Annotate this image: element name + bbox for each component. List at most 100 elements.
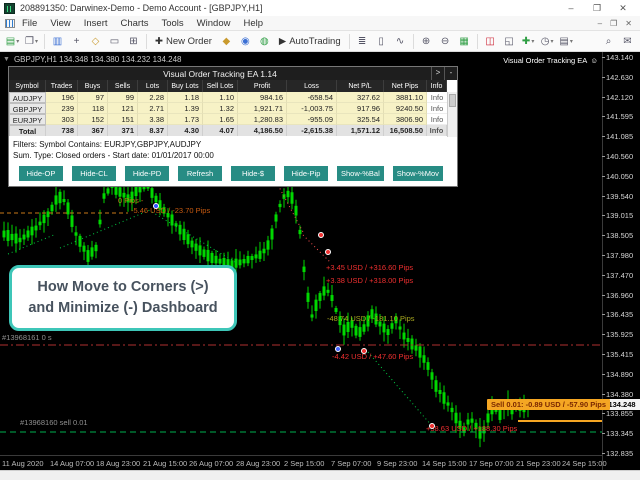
symbol-button[interactable]: GBPJPY: [9, 103, 46, 114]
price-tick-label: 136.435: [601, 310, 634, 320]
refresh-button[interactable]: Refresh: [178, 166, 222, 181]
table-cell: -1,003.75: [287, 103, 337, 114]
price-tick-label: 140.050: [601, 171, 634, 181]
hide-cl-button[interactable]: Hide-CL: [72, 166, 116, 181]
table-cell: 3806.90: [384, 114, 427, 125]
symbol-ohlc-readout: ▼ GBPJPY,H1 134.348 134.380 134.232 134.…: [3, 55, 182, 64]
toolbar-separator: [348, 33, 350, 49]
templates-button[interactable]: ▤ ▾: [558, 33, 575, 50]
profiles-button[interactable]: ❐ ▾: [23, 33, 40, 50]
tile-windows-button[interactable]: ▦: [456, 33, 473, 50]
plus-icon: ✚: [155, 35, 163, 47]
chart-menu-icon[interactable]: [5, 18, 15, 28]
market-watch-button[interactable]: ▥: [49, 33, 66, 50]
price-tick-label: 136.960: [601, 290, 634, 300]
periods-button[interactable]: ◷ ▾: [539, 33, 556, 50]
info-link[interactable]: Info: [427, 103, 447, 114]
mdi-minimize-button[interactable]: –: [598, 19, 602, 28]
move-corner-button[interactable]: >: [431, 67, 444, 80]
show-%bal-button[interactable]: Show-%Bal: [337, 166, 384, 181]
hide---button[interactable]: Hide-$: [231, 166, 275, 181]
total-cell: 1,571.12: [337, 125, 384, 136]
line-chart-button[interactable]: ∿: [392, 33, 409, 50]
chevron-down-icon[interactable]: ▼: [3, 56, 10, 63]
table-cell: -658.54: [287, 92, 337, 103]
crosshair-button[interactable]: +: [68, 33, 85, 50]
info-link[interactable]: Info: [427, 125, 447, 136]
strategy-tester-button[interactable]: ⊞: [125, 33, 142, 50]
indicators-button[interactable]: ✚ ▾: [520, 33, 537, 50]
autotrading-button[interactable]: ▶ AutoTrading: [274, 33, 346, 50]
time-axis[interactable]: 11 Aug 2020 14 Aug 07:00 18 Aug 23:00 21 Au…: [0, 455, 607, 470]
table-cell: 239: [46, 103, 78, 114]
market-button[interactable]: ◍: [256, 33, 273, 50]
table-cell: 1.18: [168, 92, 203, 103]
table-cell: 3.38: [138, 114, 168, 125]
menu-window[interactable]: Window: [197, 18, 231, 29]
zoom-in-button[interactable]: ⊕: [418, 33, 435, 50]
trade-result-label: -48.74 USD / -181.10 Pips: [327, 314, 415, 323]
navigator-button[interactable]: ◇: [87, 33, 104, 50]
toolbar-separator: [44, 33, 45, 49]
close-button[interactable]: ✕: [610, 0, 636, 16]
info-link[interactable]: Info: [427, 114, 447, 125]
menu-view[interactable]: View: [50, 18, 70, 29]
time-tick-label: 17 Sep 07:00: [469, 459, 514, 468]
scrollbar-thumb[interactable]: [449, 94, 456, 107]
minimize-panel-button[interactable]: -: [444, 67, 457, 80]
trade-result-label: -5.46 USD / -23.70 Pips: [131, 206, 211, 215]
time-tick-label: 11 Aug 2020: [2, 459, 44, 468]
search-icon[interactable]: ⌕: [600, 33, 617, 50]
metaeditor-button[interactable]: ◆: [218, 33, 235, 50]
menu-charts[interactable]: Charts: [121, 18, 149, 29]
panel-scrollbar[interactable]: [447, 92, 457, 137]
bar-chart-button[interactable]: ≣: [354, 33, 371, 50]
panel-table: Symbol Trades Buys Sells Lots Buy Lots Sell Lo…: [9, 80, 447, 136]
hide-op-button[interactable]: Hide-OP: [19, 166, 63, 181]
price-tick-label: 133.855: [601, 409, 634, 419]
community-button[interactable]: ◉: [237, 33, 254, 50]
table-cell: 327.62: [337, 92, 384, 103]
menu-insert[interactable]: Insert: [84, 18, 108, 29]
menu-tools[interactable]: Tools: [161, 18, 183, 29]
column-header-buylots: Buy Lots: [168, 80, 203, 92]
symbol-button[interactable]: AUDJPY: [9, 92, 46, 103]
column-header-trades: Trades: [46, 80, 78, 92]
toolbar-separator: [146, 33, 147, 49]
auto-scroll-button[interactable]: ◫: [482, 33, 499, 50]
maximize-button[interactable]: ❐: [584, 0, 610, 16]
hide-pip-button[interactable]: Hide-Pip: [284, 166, 328, 181]
price-tick-label: 132.835: [601, 449, 634, 458]
play-icon: ▶: [278, 35, 287, 47]
symbol-button[interactable]: EURJPY: [9, 114, 46, 125]
mt4-window: { "window": { "title": "208891350: Darwi…: [0, 0, 640, 480]
trade-marker-icon: [325, 249, 331, 255]
info-link[interactable]: Info: [427, 92, 447, 103]
candle-chart-button[interactable]: ▯: [373, 33, 390, 50]
menu-file[interactable]: File: [22, 18, 37, 29]
table-cell: 1.65: [203, 114, 238, 125]
total-cell: Total: [9, 125, 46, 136]
column-header-lots: Lots: [138, 80, 168, 92]
trade-result-label: 0 Pips -: [118, 196, 144, 205]
chart-shift-button[interactable]: ◱: [501, 33, 518, 50]
mdi-restore-button[interactable]: ❐: [610, 19, 617, 28]
minimize-button[interactable]: –: [558, 0, 584, 16]
price-tick-label: 135.925: [601, 330, 634, 340]
ea-dashboard-panel[interactable]: Visual Order Tracking EA 1.14 > - Symbol…: [8, 66, 458, 187]
menu-help[interactable]: Help: [243, 18, 263, 29]
table-cell: 1.73: [168, 114, 203, 125]
zoom-out-button[interactable]: ⊖: [437, 33, 454, 50]
new-chart-button[interactable]: ▤ ▾: [4, 33, 21, 50]
mdi-close-button[interactable]: ✕: [625, 19, 632, 28]
show-%mov-button[interactable]: Show-%Mov: [392, 166, 443, 181]
new-order-button[interactable]: ✚ New Order: [150, 33, 217, 50]
terminal-button[interactable]: ▭: [106, 33, 123, 50]
panel-title-bar[interactable]: Visual Order Tracking EA 1.14 > -: [9, 67, 457, 80]
price-tick-label: 142.120: [601, 92, 634, 102]
title-bar[interactable]: 208891350: Darwinex-Demo - Demo Account …: [0, 0, 640, 16]
hide-pd-button[interactable]: Hide-PD: [125, 166, 169, 181]
table-cell: 3881.10: [384, 92, 427, 103]
total-cell: 367: [78, 125, 108, 136]
support-chat-icon[interactable]: ✉: [619, 33, 636, 50]
